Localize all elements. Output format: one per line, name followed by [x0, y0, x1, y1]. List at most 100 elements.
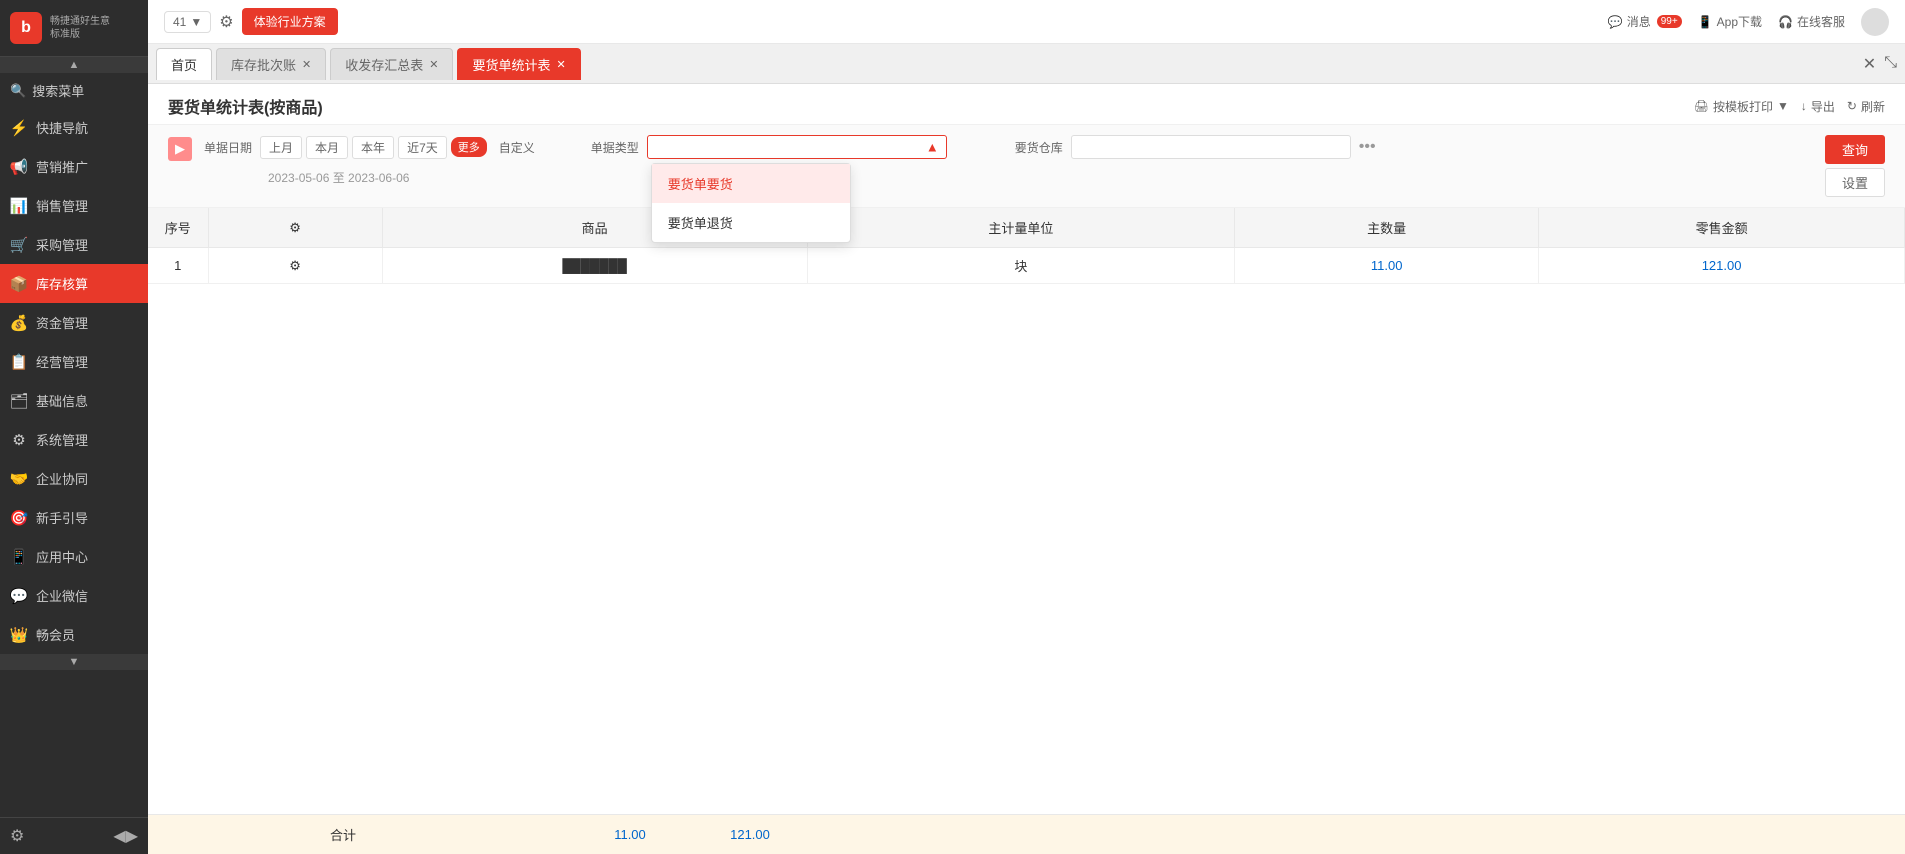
sidebar-icon-finance: 💰: [10, 314, 28, 332]
sidebar-label-system: 系统管理: [36, 430, 88, 449]
tabbar: 首页库存批次账✕收发存汇总表✕要货单统计表✕ ✕ ⤡: [148, 44, 1905, 84]
last-month-btn[interactable]: 上月: [260, 136, 302, 159]
sidebar-icon-guide: 🎯: [10, 509, 28, 527]
sidebar-label-inventory: 库存核算: [36, 274, 88, 293]
data-table: 序号⚙商品主计量单位主数量零售金额 1⚙███████块11.00121.00: [148, 208, 1905, 284]
tab-request-summary[interactable]: 要货单统计表✕: [457, 48, 580, 80]
query-btn[interactable]: 查询: [1825, 135, 1885, 164]
sidebar-item-appstore[interactable]: 📱 应用中心: [0, 537, 148, 576]
main-area: 41 ▼ ⚙ 体验行业方案 💬 消息 99+ 📱 App下载 🎧 在线客服: [148, 0, 1905, 854]
message-label: 消息: [1627, 13, 1651, 30]
sidebar-item-sales[interactable]: 📊 销售管理: [0, 186, 148, 225]
type-select-input[interactable]: [647, 135, 947, 159]
print-icon: 🖨: [1694, 99, 1709, 113]
sidebar-item-inventory[interactable]: 📦 库存核算: [0, 264, 148, 303]
sidebar-item-purchase[interactable]: 🛒 采购管理: [0, 225, 148, 264]
sidebar-scroll-up[interactable]: ▲: [0, 57, 148, 73]
warehouse-more-icon[interactable]: •••: [1359, 138, 1376, 156]
dropdown-item-request-return[interactable]: 要货单退货: [652, 203, 850, 242]
sidebar-item-system[interactable]: ⚙ 系统管理: [0, 420, 148, 459]
tab-close-delivery-summary[interactable]: ✕: [429, 58, 438, 71]
sidebar-icon-appstore: 📱: [10, 548, 28, 566]
sidebar-item-member[interactable]: 👑 畅会员: [0, 615, 148, 654]
sidebar-label-purchase: 采购管理: [36, 235, 88, 254]
tab-batch-stock[interactable]: 库存批次账✕: [216, 48, 326, 80]
filter-group: 单据日期 上月 本月 本年 近7天 更多 自定义 单据类型 ▲: [204, 135, 1376, 186]
message-icon: 💬: [1608, 15, 1623, 29]
sidebar-item-enterprise[interactable]: 🤝 企业协同: [0, 459, 148, 498]
tab-close-batch-stock[interactable]: ✕: [302, 58, 311, 71]
table-wrap: 序号⚙商品主计量单位主数量零售金额 1⚙███████块11.00121.00: [148, 208, 1905, 814]
table-footer: 合计 11.00 121.00: [148, 814, 1905, 854]
cell-product: ███████: [382, 248, 807, 284]
refresh-label: 刷新: [1861, 98, 1885, 115]
export-btn[interactable]: ↓ 导出: [1801, 98, 1835, 115]
export-icon: ↓: [1801, 99, 1807, 113]
sidebar-label-guide: 新手引导: [36, 508, 88, 527]
date-range-display: 2023-05-06 至 2023-06-06: [268, 169, 409, 186]
app-version: 标准版: [50, 28, 110, 41]
sidebar-item-marketing[interactable]: 📢 营销推广: [0, 147, 148, 186]
last-7days-btn[interactable]: 近7天: [398, 136, 447, 159]
topbar-left: 41 ▼ ⚙ 体验行业方案: [164, 8, 1596, 35]
sidebar-item-base[interactable]: 🗂 基础信息: [0, 381, 148, 420]
custom-date-btn[interactable]: 自定义: [491, 137, 543, 158]
app-name: 畅捷通好生意: [50, 15, 110, 28]
sidebar-label-sales: 销售管理: [36, 196, 88, 215]
sidebar-item-guide[interactable]: 🎯 新手引导: [0, 498, 148, 537]
sidebar-icon-enterprise: 🤝: [10, 470, 28, 488]
org-selector[interactable]: 41 ▼: [164, 11, 211, 33]
sidebar-label-finance: 资金管理: [36, 313, 88, 332]
col-header-no: 序号: [148, 208, 208, 248]
dropdown-item-request-order[interactable]: 要货单要货: [652, 164, 850, 203]
sidebar-label-quick-nav: 快捷导航: [36, 118, 88, 137]
app-logo-icon: b: [10, 12, 42, 44]
app-download-btn[interactable]: 📱 App下载: [1698, 13, 1762, 30]
sidebar-label-operations: 经营管理: [36, 352, 88, 371]
topbar: 41 ▼ ⚙ 体验行业方案 💬 消息 99+ 📱 App下载 🎧 在线客服: [148, 0, 1905, 44]
user-avatar[interactable]: [1861, 8, 1889, 36]
this-month-btn[interactable]: 本月: [306, 136, 348, 159]
service-btn[interactable]: 🎧 在线客服: [1778, 13, 1845, 30]
settings-icon[interactable]: ⚙: [10, 826, 24, 846]
export-label: 导出: [1811, 98, 1835, 115]
print-chevron-icon: ▼: [1777, 99, 1789, 113]
sidebar-scroll-down[interactable]: ▼: [0, 654, 148, 670]
close-window-icon[interactable]: ✕: [1863, 54, 1876, 74]
type-dropdown: 要货单要货要货单退货: [651, 163, 851, 243]
sidebar-label-member: 畅会员: [36, 625, 75, 644]
message-btn[interactable]: 💬 消息 99+: [1608, 13, 1682, 30]
sidebar-item-finance[interactable]: 💰 资金管理: [0, 303, 148, 342]
sidebar-item-wechat[interactable]: 💬 企业微信: [0, 576, 148, 615]
this-year-btn[interactable]: 本年: [352, 136, 394, 159]
sidebar-icon-base: 🗂: [10, 392, 28, 410]
settings-btn[interactable]: 设置: [1825, 168, 1885, 197]
cell-no: 1: [148, 248, 208, 284]
sidebar-logo[interactable]: b 畅捷通好生意 标准版: [0, 0, 148, 57]
more-dates-btn[interactable]: 更多: [451, 137, 487, 157]
topbar-settings-icon[interactable]: ⚙: [219, 12, 233, 32]
sidebar-icon-sales: 📊: [10, 197, 28, 215]
sidebar-icon-system: ⚙: [10, 431, 28, 449]
filter-row-date: 单据日期 上月 本月 本年 近7天 更多 自定义 单据类型 ▲: [204, 135, 1376, 159]
col-header-amount: 零售金额: [1539, 208, 1905, 248]
refresh-btn[interactable]: ↻ 刷新: [1847, 98, 1885, 115]
print-btn[interactable]: 🖨 按模板打印 ▼: [1694, 98, 1789, 115]
sidebar-item-quick-nav[interactable]: ⚡ 快捷导航: [0, 108, 148, 147]
filter-expand-btn[interactable]: ▶: [168, 137, 192, 161]
cell-settings[interactable]: ⚙: [208, 248, 382, 284]
trial-btn[interactable]: 体验行业方案: [242, 8, 338, 35]
service-icon: 🎧: [1778, 15, 1793, 29]
warehouse-input[interactable]: [1071, 135, 1351, 159]
tab-delivery-summary[interactable]: 收发存汇总表 ✕: [330, 48, 453, 80]
sidebar-bottom: ⚙ ◀▶: [0, 817, 148, 854]
tab-label-delivery-summary: 收发存汇总表: [345, 55, 423, 74]
tab-home[interactable]: 首页: [156, 48, 212, 80]
search-icon: 🔍: [10, 83, 26, 99]
maximize-window-icon[interactable]: ⤡: [1884, 54, 1897, 74]
collapse-icon[interactable]: ◀▶: [113, 826, 138, 846]
sidebar-item-operations[interactable]: 📋 经营管理: [0, 342, 148, 381]
sidebar-search[interactable]: 🔍 搜索菜单: [0, 73, 148, 108]
tab-close-request-summary[interactable]: ✕: [557, 58, 566, 71]
cell-amount: 121.00: [1539, 248, 1905, 284]
